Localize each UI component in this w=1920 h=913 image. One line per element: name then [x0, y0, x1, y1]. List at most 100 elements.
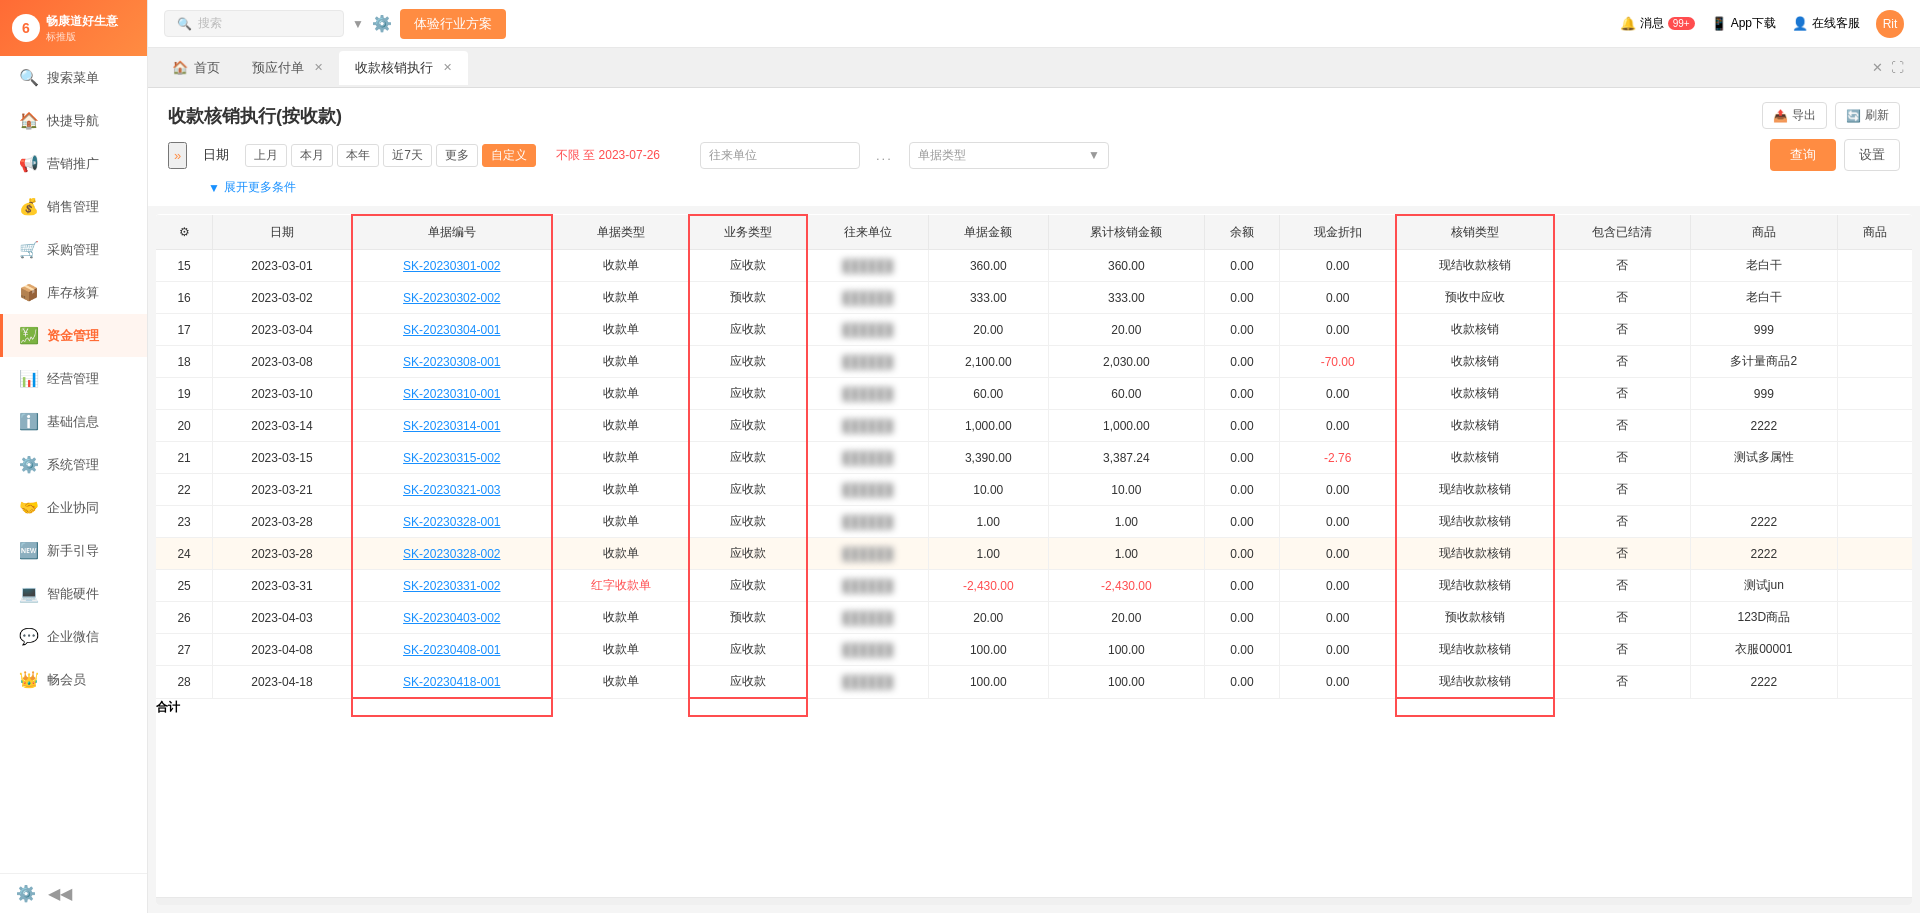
counterpart-select[interactable]: 往来单位 — [700, 142, 860, 169]
bill-no-link[interactable]: SK-20230408-001 — [403, 643, 500, 657]
query-button[interactable]: 查询 — [1770, 139, 1836, 171]
cell-biz-type: 应收款 — [689, 378, 806, 410]
bill-no-link[interactable]: SK-20230308-001 — [403, 355, 500, 369]
cell-discount: 0.00 — [1280, 474, 1396, 506]
date-more[interactable]: 更多 — [436, 144, 478, 167]
bill-no-link[interactable]: SK-20230328-001 — [403, 515, 500, 529]
table-header-row: ⚙ 日期 单据编号 单据类型 业务类型 往来单位 单据金额 累计核销金额 余额 … — [156, 215, 1912, 250]
footer-discount — [1280, 698, 1396, 716]
bill-no-link[interactable]: SK-20230301-002 — [403, 259, 500, 273]
date-label: 日期 — [203, 146, 229, 164]
bill-no-link[interactable]: SK-20230418-001 — [403, 675, 500, 689]
messages-icon-group[interactable]: 🔔 消息 99+ — [1620, 15, 1695, 32]
date-custom[interactable]: 自定义 — [482, 144, 536, 167]
export-button[interactable]: 📤 导出 — [1762, 102, 1827, 129]
sidebar-item-quick-nav[interactable]: 🏠 快捷导航 — [0, 99, 147, 142]
collapse-icon[interactable]: ◀◀ — [48, 884, 72, 903]
online-service[interactable]: 👤 在线客服 — [1792, 15, 1860, 32]
filter-toggle-btn[interactable]: » — [168, 142, 187, 169]
cell-no: 16 — [156, 282, 213, 314]
sidebar-item-marketing[interactable]: 📢 营销推广 — [0, 142, 147, 185]
sidebar-item-guide[interactable]: 🆕 新手引导 — [0, 529, 147, 572]
cell-goods2 — [1837, 634, 1912, 666]
date-7days[interactable]: 近7天 — [383, 144, 432, 167]
table-row: 18 2023-03-08 SK-20230308-001 收款单 应收款 ██… — [156, 346, 1912, 378]
cell-amount: 2,100.00 — [928, 346, 1048, 378]
cell-goods2 — [1837, 250, 1912, 282]
gear-icon[interactable]: ⚙️ — [372, 14, 392, 33]
sidebar-nav: 🔍 搜索菜单 🏠 快捷导航 📢 营销推广 💰 销售管理 🛒 采购管理 📦 库存核… — [0, 56, 147, 873]
tab-maximize-icon[interactable]: ⛶ — [1891, 60, 1904, 75]
settings-icon[interactable]: ⚙️ — [16, 884, 36, 903]
cell-counterpart: ██████ — [807, 602, 929, 634]
bill-no-link[interactable]: SK-20230403-002 — [403, 611, 500, 625]
refresh-button[interactable]: 🔄 刷新 — [1835, 102, 1900, 129]
cell-goods2 — [1837, 378, 1912, 410]
topbar-search[interactable]: 🔍 搜索 — [164, 10, 344, 37]
cell-amount: 1.00 — [928, 506, 1048, 538]
cell-goods2 — [1837, 346, 1912, 378]
date-this-year[interactable]: 本年 — [337, 144, 379, 167]
table-row: 21 2023-03-15 SK-20230315-002 收款单 应收款 ██… — [156, 442, 1912, 474]
tab-close-all-icon[interactable]: ✕ — [1872, 60, 1883, 75]
cell-balance: 0.00 — [1204, 442, 1279, 474]
sidebar-item-basic[interactable]: ℹ️ 基础信息 — [0, 400, 147, 443]
bill-type-select[interactable]: 单据类型 ▼ — [909, 142, 1109, 169]
sidebar-item-hardware[interactable]: 💻 智能硬件 — [0, 572, 147, 615]
cell-goods2 — [1837, 410, 1912, 442]
table-row: 19 2023-03-10 SK-20230310-001 收款单 应收款 ██… — [156, 378, 1912, 410]
bill-no-link[interactable]: SK-20230315-002 — [403, 451, 500, 465]
bill-no-link[interactable]: SK-20230304-001 — [403, 323, 500, 337]
sidebar-item-system[interactable]: ⚙️ 系统管理 — [0, 443, 147, 486]
sidebar-item-inventory[interactable]: 📦 库存核算 — [0, 271, 147, 314]
table-scroll[interactable]: ⚙ 日期 单据编号 单据类型 业务类型 往来单位 单据金额 累计核销金额 余额 … — [156, 214, 1912, 897]
chevron-down-icon[interactable]: ▼ — [352, 17, 364, 31]
bill-no-link[interactable]: SK-20230310-001 — [403, 387, 500, 401]
cell-balance: 0.00 — [1204, 378, 1279, 410]
cell-counterpart: ██████ — [807, 314, 929, 346]
sidebar-item-purchase[interactable]: 🛒 采购管理 — [0, 228, 147, 271]
bill-no-link[interactable]: SK-20230302-002 — [403, 291, 500, 305]
app-download[interactable]: 📱 App下载 — [1711, 15, 1776, 32]
bill-no-link[interactable]: SK-20230328-002 — [403, 547, 500, 561]
sidebar-item-search[interactable]: 🔍 搜索菜单 — [0, 56, 147, 99]
user-avatar[interactable]: Rit — [1876, 10, 1904, 38]
bill-no-link[interactable]: SK-20230331-002 — [403, 579, 500, 593]
cell-counterpart: ██████ — [807, 378, 929, 410]
sidebar-item-corp[interactable]: 🤝 企业协同 — [0, 486, 147, 529]
sidebar-item-wechat[interactable]: 💬 企业微信 — [0, 615, 147, 658]
table-area: ⚙ 日期 单据编号 单据类型 业务类型 往来单位 单据金额 累计核销金额 余额 … — [156, 214, 1912, 905]
cell-biz-type: 应收款 — [689, 506, 806, 538]
cell-include-settled: 否 — [1554, 410, 1691, 442]
bill-no-link[interactable]: SK-20230321-003 — [403, 483, 500, 497]
tab-prepay[interactable]: 预应付单 ✕ — [236, 51, 339, 85]
sidebar-item-sales[interactable]: 💰 销售管理 — [0, 185, 147, 228]
phone-icon: 📱 — [1711, 16, 1727, 31]
footer-bill-no — [352, 698, 552, 716]
settings-button[interactable]: 设置 — [1844, 139, 1900, 171]
tab-receipt-exec[interactable]: 收款核销执行 ✕ — [339, 51, 468, 85]
cell-biz-type: 应收款 — [689, 250, 806, 282]
tab-home[interactable]: 🏠 首页 — [156, 51, 236, 85]
tab-receipt-exec-close[interactable]: ✕ — [443, 61, 452, 74]
sidebar-item-operation[interactable]: 📊 经营管理 — [0, 357, 147, 400]
date-last-month[interactable]: 上月 — [245, 144, 287, 167]
cell-date: 2023-04-18 — [213, 666, 352, 699]
table-row: 26 2023-04-03 SK-20230403-002 收款单 预收款 ██… — [156, 602, 1912, 634]
bill-no-link[interactable]: SK-20230314-001 — [403, 419, 500, 433]
date-this-month[interactable]: 本月 — [291, 144, 333, 167]
tabbar: 🏠 首页 预应付单 ✕ 收款核销执行 ✕ ✕ ⛶ — [148, 48, 1920, 88]
cell-date: 2023-03-10 — [213, 378, 352, 410]
expand-more-btn[interactable]: ▼ 展开更多条件 — [208, 179, 1900, 196]
tab-prepay-close[interactable]: ✕ — [314, 61, 323, 74]
sidebar-item-member[interactable]: 👑 畅会员 — [0, 658, 147, 701]
industry-btn[interactable]: 体验行业方案 — [400, 9, 506, 39]
sidebar-item-finance[interactable]: 💹 资金管理 — [0, 314, 147, 357]
cell-no: 18 — [156, 346, 213, 378]
cell-write-off-type: 收款核销 — [1396, 346, 1554, 378]
home-icon: 🏠 — [19, 111, 39, 130]
horizontal-scrollbar[interactable] — [156, 897, 1912, 905]
cell-bill-type: 红字收款单 — [552, 570, 689, 602]
cell-counterpart: ██████ — [807, 410, 929, 442]
sales-icon: 💰 — [19, 197, 39, 216]
